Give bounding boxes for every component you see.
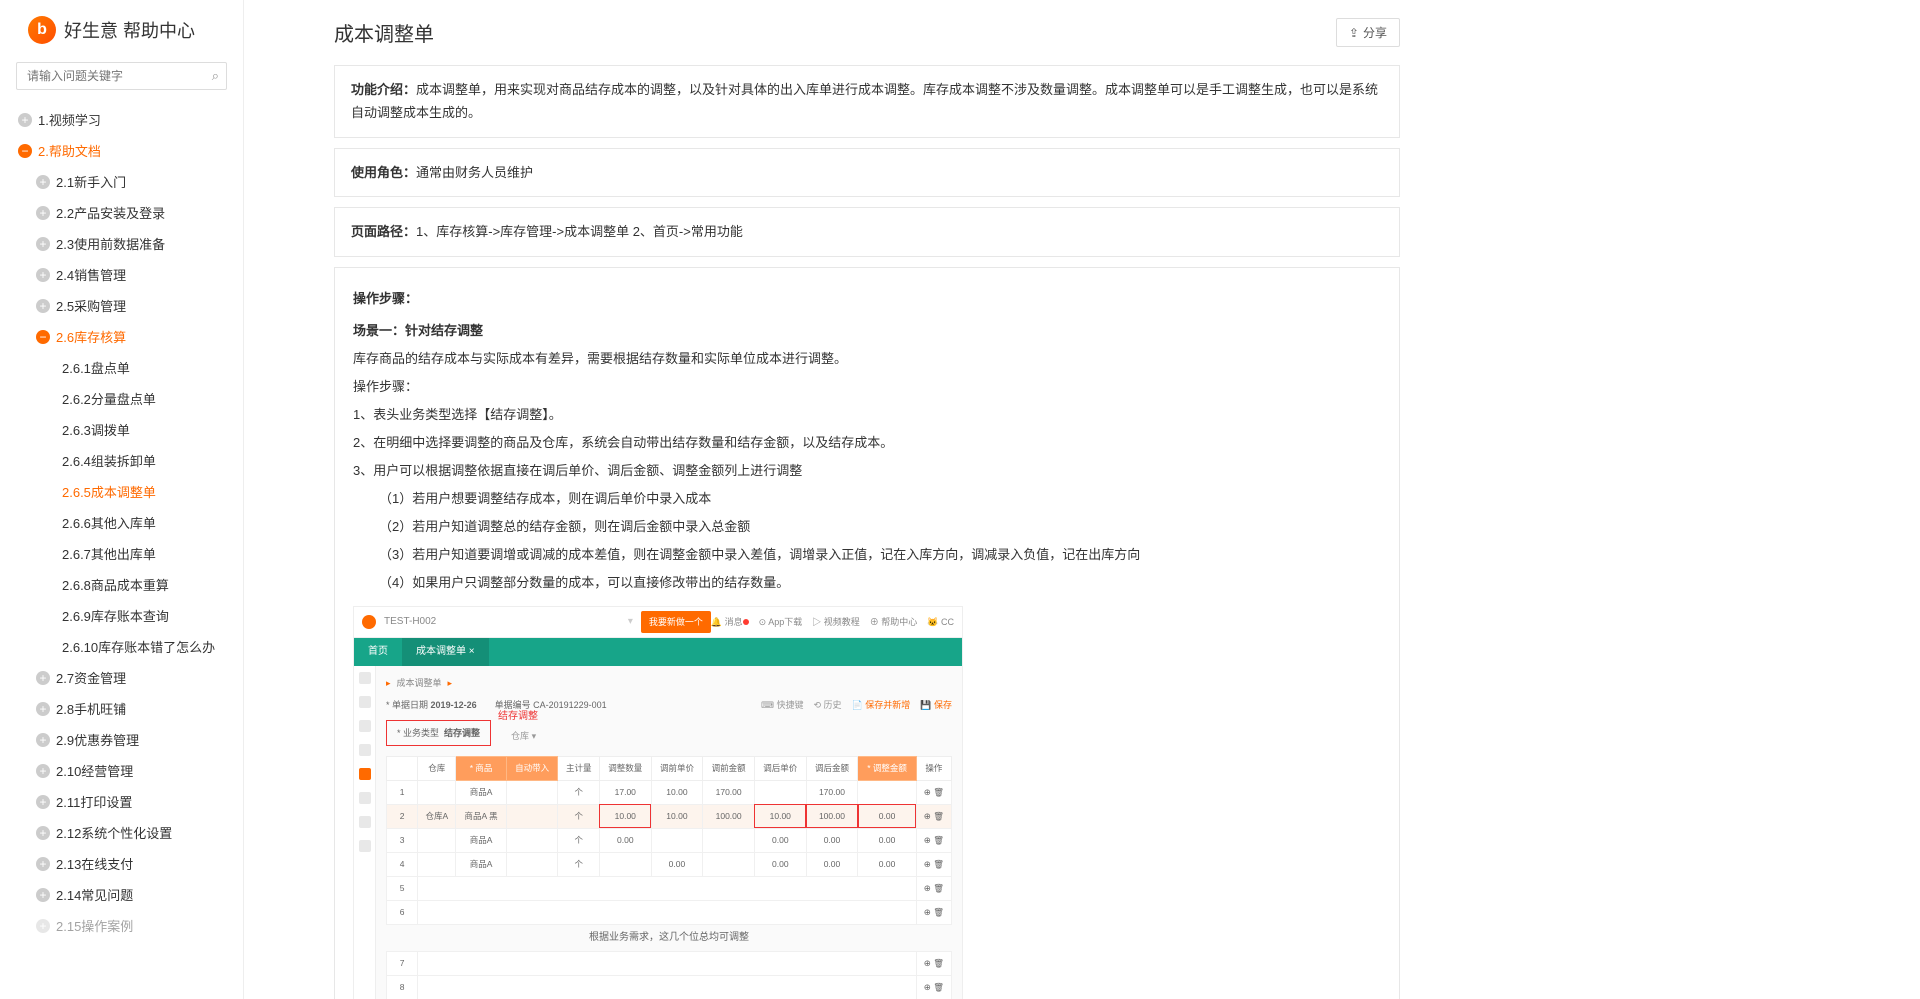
share-button[interactable]: ⇪ 分享 — [1336, 18, 1400, 47]
nav-2-15[interactable]: +2.15操作案例 — [0, 910, 243, 941]
embed-rail — [354, 666, 376, 999]
nav-2-9[interactable]: +2.9优惠券管理 — [0, 724, 243, 755]
nav-2-6-4[interactable]: 2.6.4组装拆卸单 — [0, 445, 243, 476]
nav-2-5[interactable]: +2.5采购管理 — [0, 290, 243, 321]
nav-2-6-9[interactable]: 2.6.9库存账本查询 — [0, 600, 243, 631]
nav-2-1[interactable]: +2.1新手入门 — [0, 166, 243, 197]
content-block: 操作步骤： 场景一：针对结存调整 库存商品的结存成本与实际成本有差异，需要根据结… — [334, 267, 1400, 999]
page-title: 成本调整单 — [334, 18, 434, 47]
embed-table: 仓库 * 商品 自动带入 主计量 调整数量 调前单价 调前金额 调后单价 调后金… — [386, 756, 952, 999]
step-3-2: （2）若用户知道调整总的结存金额，则在调后金额中录入总金额 — [353, 514, 1381, 540]
nav-2-6-8[interactable]: 2.6.8商品成本重算 — [0, 569, 243, 600]
brand-row: b 好生意 帮助中心 — [0, 0, 243, 56]
nav-2-6-6[interactable]: 2.6.6其他入库单 — [0, 507, 243, 538]
step-3-1: （1）若用户想要调整结存成本，则在调后单价中录入成本 — [353, 486, 1381, 512]
nav-2-6-2[interactable]: 2.6.2分量盘点单 — [0, 383, 243, 414]
role-label: 使用角色： — [351, 165, 416, 180]
nav-2-6-5[interactable]: 2.6.5成本调整单 — [0, 476, 243, 507]
path-block: 页面路径：1、库存核算->库存管理->成本调整单 2、首页->常用功能 — [334, 207, 1400, 256]
nav-2-10[interactable]: +2.10经营管理 — [0, 755, 243, 786]
nav-2-6-1[interactable]: 2.6.1盘点单 — [0, 352, 243, 383]
nav-2-2[interactable]: +2.2产品安装及登录 — [0, 197, 243, 228]
path-text: 1、库存核算->库存管理->成本调整单 2、首页->常用功能 — [416, 224, 743, 239]
nav-2-11[interactable]: +2.11打印设置 — [0, 786, 243, 817]
role-text: 通常由财务人员维护 — [416, 165, 533, 180]
search-icon[interactable]: ⌕ — [212, 68, 219, 84]
step-3: 3、用户可以根据调整依据直接在调后单价、调后金额、调整金额列上进行调整 — [353, 458, 1381, 484]
step-3-3: （3）若用户知道要调增或调减的成本差值，则在调整金额中录入差值，调增录入正值，记… — [353, 542, 1381, 568]
search-input[interactable] — [16, 62, 227, 90]
nav-2-13[interactable]: +2.13在线支付 — [0, 848, 243, 879]
sidebar: b 好生意 帮助中心 ⌕ +1.视频学习 −2.帮助文档 +2.1新手入门 +2… — [0, 0, 244, 999]
ops-label: 操作步骤： — [353, 374, 1381, 400]
role-block: 使用角色：通常由财务人员维护 — [334, 148, 1400, 197]
share-icon: ⇪ — [1349, 26, 1359, 40]
brand-text: 好生意 帮助中心 — [64, 17, 195, 43]
embed-logo-icon — [362, 615, 376, 629]
steps-title: 操作步骤： — [353, 286, 1381, 312]
step-3-4: （4）如果用户只调整部分数量的成本，可以直接修改带出的结存数量。 — [353, 570, 1381, 596]
nav-2-12[interactable]: +2.12系统个性化设置 — [0, 817, 243, 848]
nav-2-6[interactable]: −2.6库存核算 — [0, 321, 243, 352]
intro-text: 成本调整单，用来实现对商品结存成本的调整，以及针对具体的出入库单进行成本调整。库… — [351, 82, 1378, 120]
search-box: ⌕ — [16, 62, 227, 90]
nav-2-6-7[interactable]: 2.6.7其他出库单 — [0, 538, 243, 569]
nav: +1.视频学习 −2.帮助文档 +2.1新手入门 +2.2产品安装及登录 +2.… — [0, 104, 243, 941]
intro-label: 功能介绍： — [351, 82, 416, 97]
path-label: 页面路径： — [351, 224, 416, 239]
main: 成本调整单 ⇪ 分享 功能介绍：成本调整单，用来实现对商品结存成本的调整，以及针… — [244, 0, 1424, 999]
nav-2-4[interactable]: +2.4销售管理 — [0, 259, 243, 290]
scene-desc: 库存商品的结存成本与实际成本有差异，需要根据结存数量和实际单位成本进行调整。 — [353, 346, 1381, 372]
nav-2-8[interactable]: +2.8手机旺铺 — [0, 693, 243, 724]
nav-2-6-3[interactable]: 2.6.3调拨单 — [0, 414, 243, 445]
nav-2-7[interactable]: +2.7资金管理 — [0, 662, 243, 693]
nav-2-14[interactable]: +2.14常见问题 — [0, 879, 243, 910]
step-1: 1、表头业务类型选择【结存调整】。 — [353, 402, 1381, 428]
scene-title: 场景一：针对结存调整 — [353, 318, 1381, 344]
step-2: 2、在明细中选择要调整的商品及仓库，系统会自动带出结存数量和结存金额，以及结存成… — [353, 430, 1381, 456]
nav-2-6-10[interactable]: 2.6.10库存账本错了怎么办 — [0, 631, 243, 662]
nav-docs[interactable]: −2.帮助文档 — [0, 135, 243, 166]
screenshot-embed: TEST-H002 ▾ 我要新做一个 🔔 消息 ⊙ App下载 ▷ 视频教程 ⊕… — [353, 606, 963, 999]
intro-block: 功能介绍：成本调整单，用来实现对商品结存成本的调整，以及针对具体的出入库单进行成… — [334, 65, 1400, 138]
nav-2-3[interactable]: +2.3使用前数据准备 — [0, 228, 243, 259]
embed-new-button: 我要新做一个 — [641, 611, 711, 633]
nav-video[interactable]: +1.视频学习 — [0, 104, 243, 135]
logo-icon: b — [28, 16, 56, 44]
